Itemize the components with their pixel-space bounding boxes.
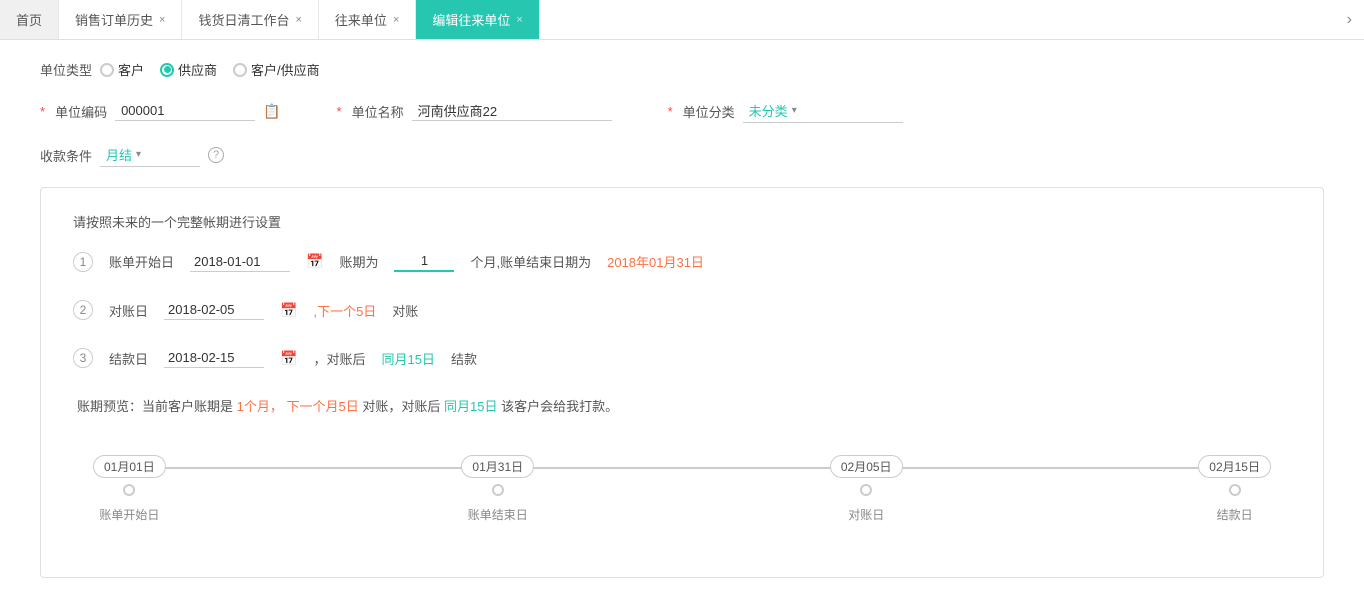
unit-code-input[interactable] (115, 101, 255, 121)
unit-type-label: 单位类型 (40, 60, 92, 79)
preview-part1: 1个月， (237, 399, 283, 414)
step-1-calendar-icon[interactable]: 📅 (306, 253, 323, 270)
payment-terms-select[interactable]: 月结 ▾ (100, 143, 200, 167)
unit-category-value: 未分类 (749, 101, 788, 120)
tab-sales-history[interactable]: 销售订单历史 × (59, 0, 182, 39)
radio-both[interactable]: 客户/供应商 (233, 60, 320, 79)
step-1-date-input[interactable] (190, 252, 290, 272)
timeline-sublabel-3: 结款日 (1217, 506, 1253, 523)
unit-details-row: * 单位编码 📋 * 单位名称 * 单位分类 未分类 ▾ (40, 99, 1324, 123)
step-3-label: 结款日 (109, 349, 148, 368)
timeline: 01月01日 账单开始日 01月31日 账单结束日 02月05日 (73, 435, 1291, 553)
step-3-row: 3 结款日 📅 ，对账后 同月15日 结款 (73, 348, 1291, 368)
timeline-point-1: 01月31日 账单结束日 (461, 455, 534, 523)
step-1-row: 1 账单开始日 📅 账期为 个月,账单结束日期为 2018年01月31日 (73, 251, 1291, 272)
timeline-sublabel-0: 账单开始日 (99, 506, 159, 523)
preview-suffix: 该客户会给我打款。 (501, 399, 618, 414)
step-2-row: 2 对账日 📅 ,下一个5日 对账 (73, 300, 1291, 320)
step-2-label: 对账日 (109, 301, 148, 320)
unit-code-star: * (40, 104, 45, 119)
radio-both-label: 客户/供应商 (251, 60, 320, 79)
preview-text: 账期预览：当前客户账期是 1个月， 下一个月5日 对账，对账后 同月15日 该客… (73, 396, 1291, 415)
step-3-num: 3 (73, 348, 93, 368)
tab-sales-history-close[interactable]: × (159, 14, 165, 26)
tabs-bar: 首页 销售订单历史 × 钱货日清工作台 × 往来单位 × 编辑往来单位 × › (0, 0, 1364, 40)
radio-customer[interactable]: 客户 (100, 60, 144, 79)
timeline-badge-3: 02月15日 (1198, 455, 1271, 478)
tab-cash-work-close[interactable]: × (295, 14, 301, 26)
timeline-point-0: 01月01日 账单开始日 (93, 455, 166, 523)
step-1-period-unit: 个月,账单结束日期为 (470, 252, 591, 271)
payment-terms-field: 收款条件 月结 ▾ ? (40, 143, 224, 167)
step-1-end-date: 2018年01月31日 (607, 252, 704, 271)
step-3-calendar-icon[interactable]: 📅 (280, 350, 297, 367)
timeline-points: 01月01日 账单开始日 01月31日 账单结束日 02月05日 (93, 455, 1271, 523)
unit-code-field: * 单位编码 📋 (40, 101, 281, 121)
unit-category-label: 单位分类 (683, 102, 735, 121)
payment-terms-label: 收款条件 (40, 146, 92, 165)
timeline-badge-2: 02月05日 (830, 455, 903, 478)
radio-supplier-circle (160, 63, 174, 77)
radio-both-circle (233, 63, 247, 77)
step-2-date-input[interactable] (164, 300, 264, 320)
timeline-point-3: 02月15日 结款日 (1198, 455, 1271, 523)
tab-cash-work[interactable]: 钱货日清工作台 × (182, 0, 318, 39)
tab-counterpart[interactable]: 往来单位 × (319, 0, 416, 39)
preview-middle: 对账，对账后 (362, 399, 440, 414)
timeline-sublabel-1: 账单结束日 (468, 506, 528, 523)
page-content: 单位类型 客户 供应商 客户/供应商 * 单位编码 (0, 40, 1364, 614)
radio-customer-label: 客户 (118, 60, 144, 79)
payment-terms-row: 收款条件 月结 ▾ ? (40, 143, 1324, 167)
payment-terms-value: 月结 (106, 145, 132, 164)
billing-cycle-panel: 请按照未来的一个完整帐期进行设置 1 账单开始日 📅 账期为 个月,账单结束日期… (40, 187, 1324, 578)
radio-supplier[interactable]: 供应商 (160, 60, 217, 79)
payment-terms-help[interactable]: ? (208, 147, 224, 163)
tab-edit-counterpart[interactable]: 编辑往来单位 × (416, 0, 539, 39)
unit-code-label: 单位编码 (55, 102, 107, 121)
timeline-dot-0 (123, 484, 135, 496)
timeline-dot-3 (1229, 484, 1241, 496)
timeline-dot-2 (860, 484, 872, 496)
unit-name-input[interactable] (412, 101, 612, 121)
step-3-date-input[interactable] (164, 348, 264, 368)
timeline-dot-1 (492, 484, 504, 496)
radio-supplier-label: 供应商 (178, 60, 217, 79)
unit-type-field: 单位类型 客户 供应商 客户/供应商 (40, 60, 320, 79)
timeline-badge-1: 01月31日 (461, 455, 534, 478)
tab-more-button[interactable]: › (1335, 11, 1364, 29)
timeline-sublabel-2: 对账日 (848, 506, 884, 523)
step-2-highlight: ,下一个5日 (313, 301, 376, 320)
preview-prefix: 账期预览：当前客户账期是 (77, 399, 233, 414)
step-2-suffix: 对账 (392, 301, 418, 320)
step-3-suffix: 结款 (451, 349, 477, 368)
unit-category-arrow: ▾ (792, 105, 797, 116)
preview-part3: 同月15日 (444, 399, 497, 414)
unit-name-star: * (337, 104, 342, 119)
panel-title: 请按照未来的一个完整帐期进行设置 (73, 212, 1291, 231)
tab-counterpart-close[interactable]: × (393, 14, 399, 26)
step-1-num: 1 (73, 252, 93, 272)
unit-name-field: * 单位名称 (337, 101, 612, 121)
preview-part2: 下一个月5日 (287, 399, 359, 414)
timeline-point-2: 02月05日 对账日 (830, 455, 903, 523)
step-1-label: 账单开始日 (109, 252, 174, 271)
step-3-highlight: 同月15日 (381, 349, 434, 368)
unit-type-row: 单位类型 客户 供应商 客户/供应商 (40, 60, 1324, 79)
unit-category-field: * 单位分类 未分类 ▾ (668, 99, 903, 123)
unit-name-label: 单位名称 (352, 102, 404, 121)
unit-type-radio-group: 客户 供应商 客户/供应商 (100, 60, 320, 79)
radio-customer-circle (100, 63, 114, 77)
step-1-period-input[interactable] (394, 251, 454, 272)
step-2-calendar-icon[interactable]: 📅 (280, 302, 297, 319)
timeline-badge-0: 01月01日 (93, 455, 166, 478)
tab-home[interactable]: 首页 (0, 0, 59, 39)
unit-category-star: * (668, 104, 673, 119)
step-3-prefix: ，对账后 (313, 349, 365, 368)
step-1-suffix: 账期为 (339, 252, 378, 271)
tab-edit-counterpart-close[interactable]: × (516, 14, 522, 26)
payment-terms-arrow: ▾ (136, 149, 141, 160)
unit-code-icon[interactable]: 📋 (263, 103, 280, 120)
step-2-num: 2 (73, 300, 93, 320)
unit-category-select[interactable]: 未分类 ▾ (743, 99, 903, 123)
